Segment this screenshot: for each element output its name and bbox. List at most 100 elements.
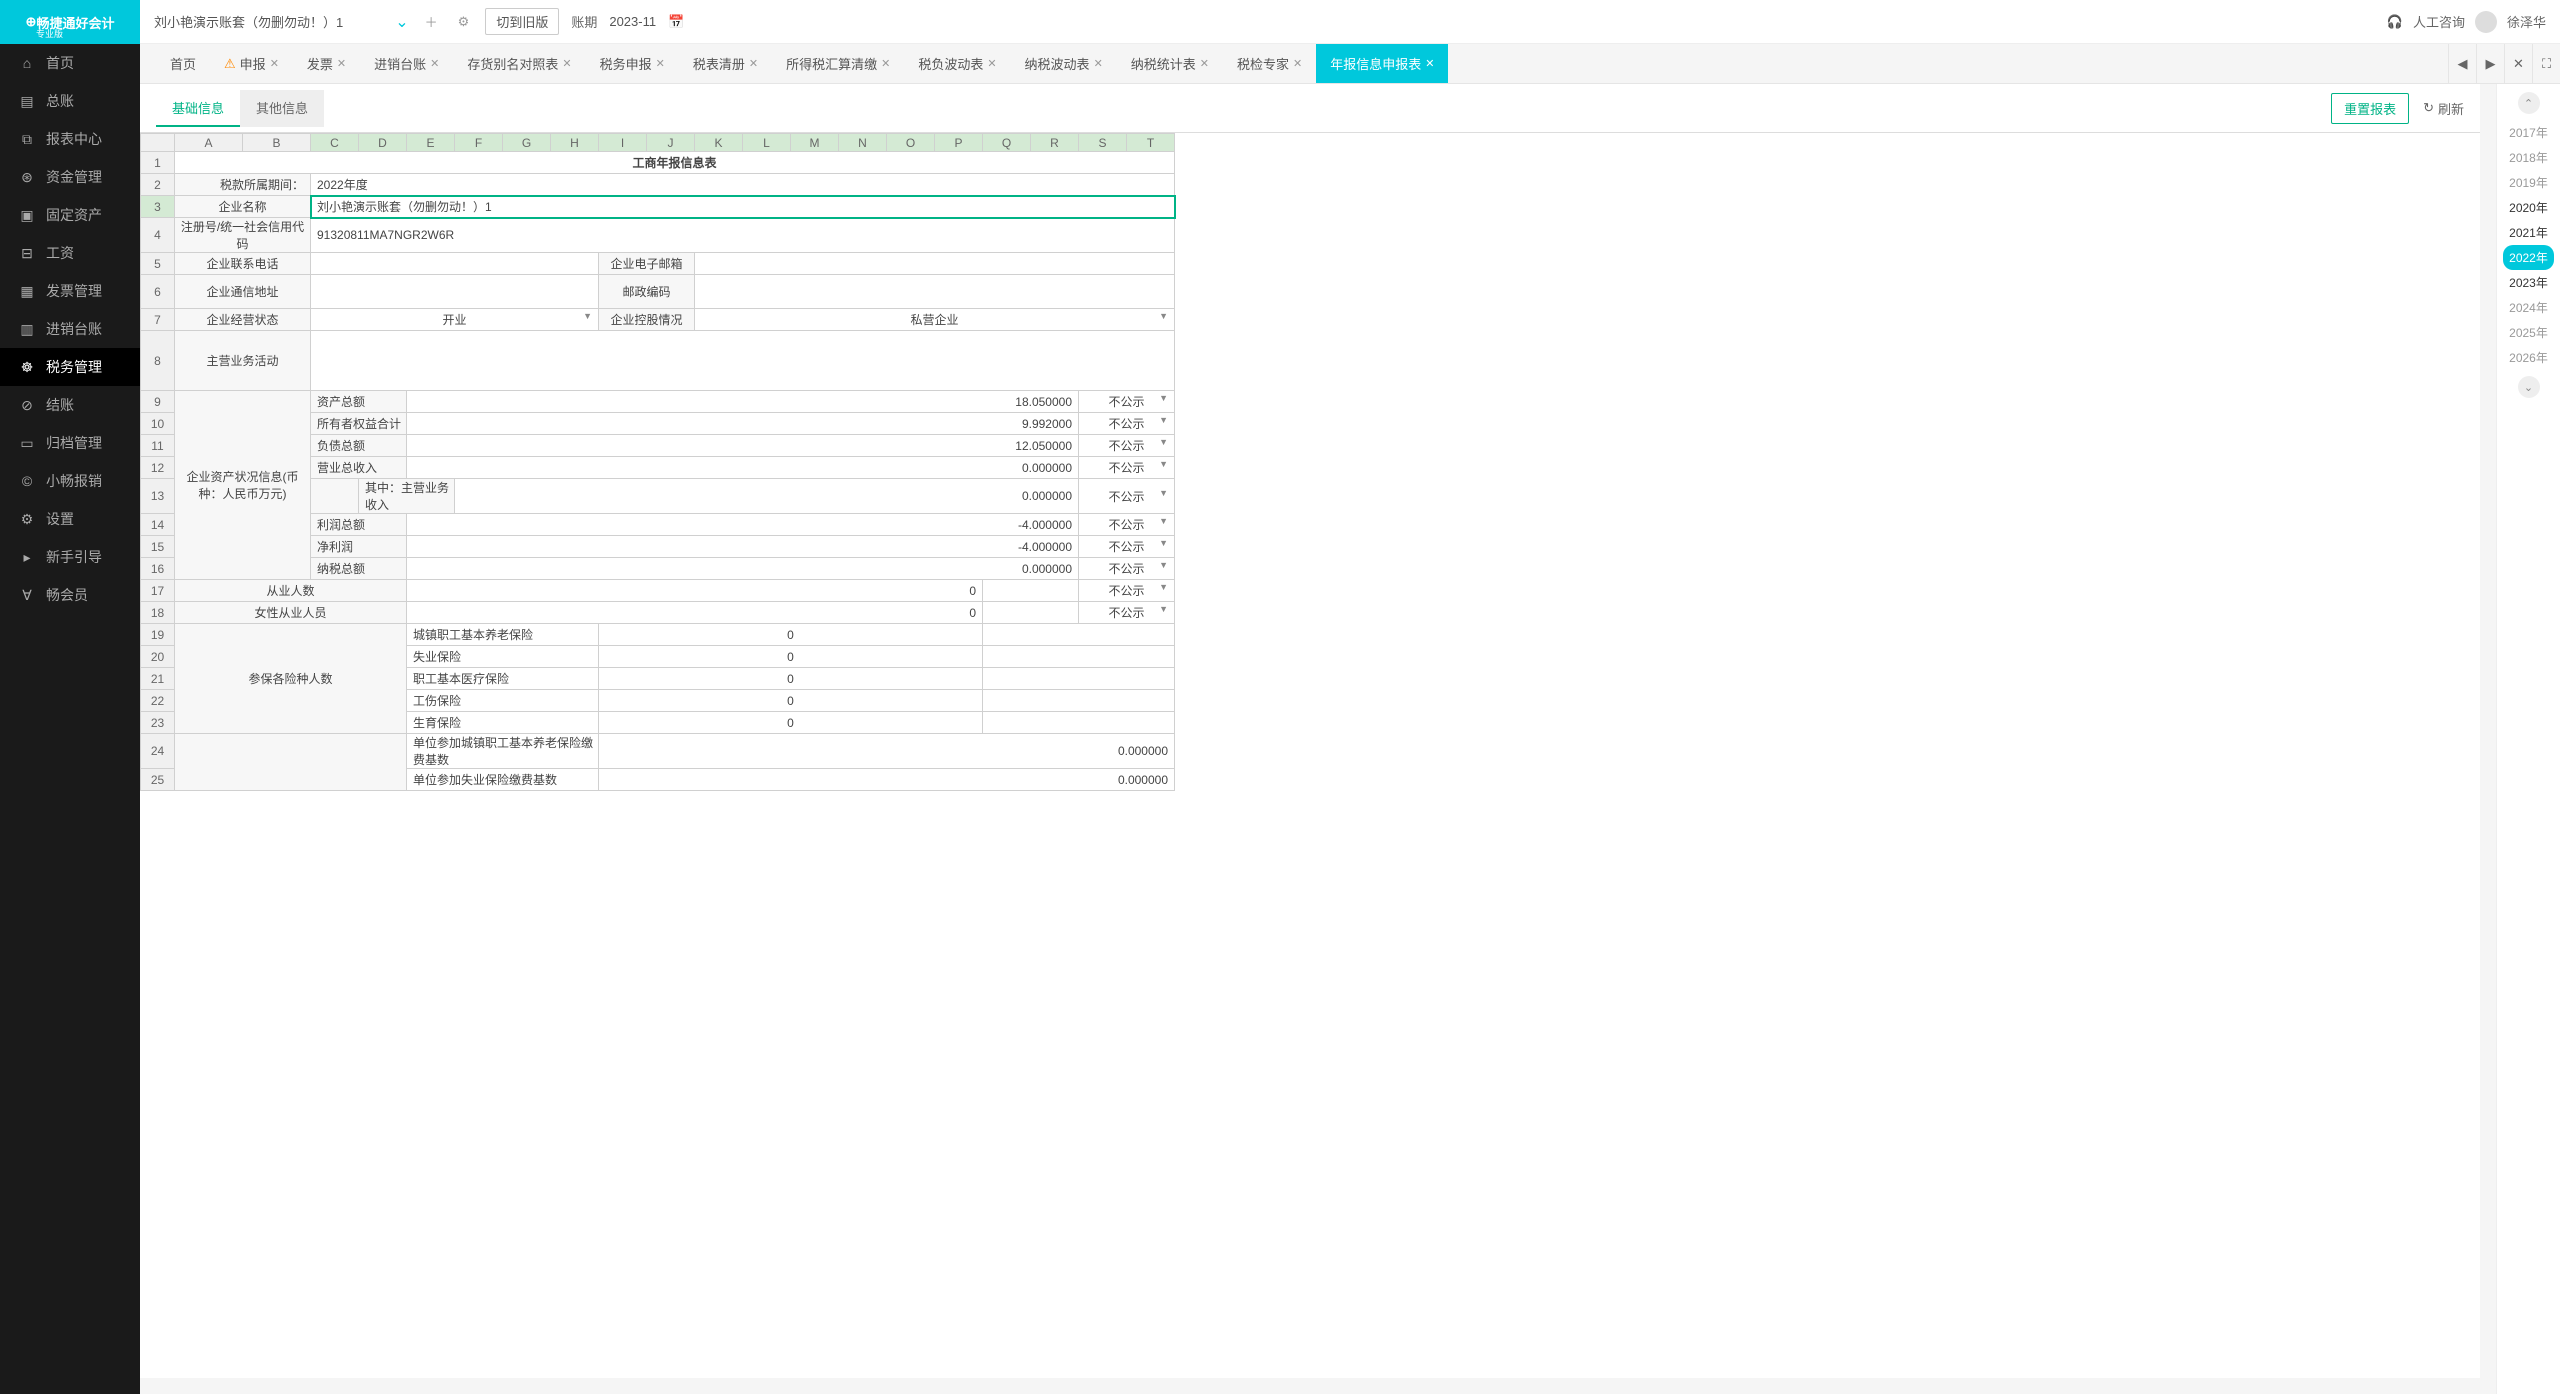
nav-fund[interactable]: ⊛资金管理 <box>0 158 140 196</box>
insurance-value[interactable]: 0 <box>599 690 983 712</box>
metric-value[interactable]: 9.992000 <box>407 413 1079 435</box>
close-icon[interactable]: ✕ <box>430 57 439 70</box>
publish-select[interactable]: 不公示 <box>1079 457 1175 479</box>
tab-next-icon[interactable]: ▶ <box>2476 44 2504 83</box>
reset-report-button[interactable]: 重置报表 <box>2331 93 2409 124</box>
row-header[interactable]: 2 <box>141 174 175 196</box>
insurance-label[interactable]: 工伤保险 <box>407 690 599 712</box>
employees-label[interactable]: 从业人数 <box>175 580 407 602</box>
year-item[interactable]: 2019年 <box>2503 170 2554 195</box>
nav-settings[interactable]: ⚙设置 <box>0 500 140 538</box>
metric-value[interactable]: 0.000000 <box>407 457 1079 479</box>
base-value[interactable]: 0.000000 <box>599 734 1175 769</box>
publish-select[interactable]: 不公示 <box>1079 536 1175 558</box>
metric-label[interactable]: 资产总额 <box>311 391 407 413</box>
row-header[interactable]: 3 <box>141 196 175 218</box>
col-header[interactable]: L <box>743 134 791 152</box>
col-header[interactable]: T <box>1127 134 1175 152</box>
close-icon[interactable]: ✕ <box>1094 57 1103 70</box>
col-header[interactable]: N <box>839 134 887 152</box>
col-header[interactable]: K <box>695 134 743 152</box>
period-label-cell[interactable]: 税款所属期间： <box>175 174 311 196</box>
period-value[interactable]: 2023-11 <box>609 14 656 29</box>
close-icon[interactable]: ✕ <box>1425 57 1434 70</box>
switch-old-button[interactable]: 切到旧版 <box>485 8 559 35</box>
col-header[interactable]: F <box>455 134 503 152</box>
publish-select[interactable]: 不公示 <box>1079 514 1175 536</box>
year-item[interactable]: 2026年 <box>2503 345 2554 370</box>
nav-asset[interactable]: ▣固定资产 <box>0 196 140 234</box>
nav-ledger[interactable]: ▤总账 <box>0 82 140 120</box>
metric-label[interactable]: 负债总额 <box>311 435 407 457</box>
period-value-cell[interactable]: 2022年度 <box>311 174 1175 196</box>
nav-member[interactable]: ∀畅会员 <box>0 576 140 614</box>
close-icon[interactable]: ✕ <box>562 57 571 70</box>
tab-item[interactable]: 年报信息申报表✕ <box>1316 44 1448 83</box>
holding-select[interactable]: 私营企业 <box>695 309 1175 331</box>
publish-select[interactable]: 不公示 <box>1079 413 1175 435</box>
close-icon[interactable]: ✕ <box>337 57 346 70</box>
year-down-icon[interactable]: ⌄ <box>2518 376 2540 398</box>
account-selector[interactable]: 刘小艳演示账套（勿删勿动！）1 <box>154 12 343 31</box>
phone-label[interactable]: 企业联系电话 <box>175 253 311 275</box>
metric-label[interactable]: 纳税总额 <box>311 558 407 580</box>
col-header[interactable]: E <box>407 134 455 152</box>
year-item[interactable]: 2017年 <box>2503 120 2554 145</box>
username[interactable]: 徐泽华 <box>2507 12 2546 31</box>
tab-other-info[interactable]: 其他信息 <box>240 90 324 127</box>
nav-archive[interactable]: ▭归档管理 <box>0 424 140 462</box>
consult-link[interactable]: 人工咨询 <box>2413 12 2465 31</box>
row-header[interactable]: 17 <box>141 580 175 602</box>
nav-salary[interactable]: ⊟工资 <box>0 234 140 272</box>
close-icon[interactable]: ✕ <box>1293 57 1302 70</box>
tab-close-all-icon[interactable]: ✕ <box>2504 44 2532 83</box>
close-icon[interactable]: ✕ <box>270 57 279 70</box>
year-item[interactable]: 2024年 <box>2503 295 2554 320</box>
metric-value[interactable]: 0.000000 <box>455 479 1079 514</box>
spreadsheet[interactable]: ABCDEFGHIJKLMNOPQRST1工商年报信息表2税款所属期间：2022… <box>140 132 2480 1378</box>
nav-home[interactable]: ⌂首页 <box>0 44 140 82</box>
metric-value[interactable]: 12.050000 <box>407 435 1079 457</box>
metric-value[interactable]: 18.050000 <box>407 391 1079 413</box>
tab-item[interactable]: 首页 <box>156 44 210 83</box>
year-item[interactable]: 2023年 <box>2503 270 2554 295</box>
col-header[interactable]: B <box>243 134 311 152</box>
reg-code-value[interactable]: 91320811MA7NGR2W6R <box>311 218 1175 253</box>
insurance-value[interactable]: 0 <box>599 712 983 734</box>
col-header[interactable]: M <box>791 134 839 152</box>
nav-purchase[interactable]: ▥进销台账 <box>0 310 140 348</box>
nav-smart[interactable]: ©小畅报销 <box>0 462 140 500</box>
row-header[interactable]: 18 <box>141 602 175 624</box>
tab-item[interactable]: ⚠申报✕ <box>210 44 293 83</box>
fullscreen-icon[interactable]: ⛶ <box>2532 44 2560 83</box>
close-icon[interactable]: ✕ <box>881 57 890 70</box>
gear-icon[interactable]: ⚙ <box>454 10 474 34</box>
avatar[interactable] <box>2475 11 2497 33</box>
refresh-button[interactable]: ↻ 刷新 <box>2423 99 2464 118</box>
year-item[interactable]: 2018年 <box>2503 145 2554 170</box>
female-label[interactable]: 女性从业人员 <box>175 602 407 624</box>
plus-icon[interactable]: ＋ <box>421 8 442 35</box>
metric-sublabel[interactable]: 其中：主营业务收入 <box>359 479 455 514</box>
base-value[interactable]: 0.000000 <box>599 769 1175 791</box>
year-item[interactable]: 2020年 <box>2503 195 2554 220</box>
year-item[interactable]: 2021年 <box>2503 220 2554 245</box>
tab-item[interactable]: 所得税汇算清缴✕ <box>772 44 904 83</box>
publish-select[interactable]: 不公示 <box>1079 580 1175 602</box>
insurance-label[interactable]: 生育保险 <box>407 712 599 734</box>
col-header[interactable]: D <box>359 134 407 152</box>
nav-close[interactable]: ⊘结账 <box>0 386 140 424</box>
insurance-value[interactable]: 0 <box>599 668 983 690</box>
metric-value[interactable]: -4.000000 <box>407 514 1079 536</box>
tab-basic-info[interactable]: 基础信息 <box>156 90 240 127</box>
row-header[interactable]: 1 <box>141 152 175 174</box>
publish-select[interactable]: 不公示 <box>1079 602 1175 624</box>
sheet-title[interactable]: 工商年报信息表 <box>175 152 1175 174</box>
base-label[interactable]: 单位参加失业保险缴费基数 <box>407 769 599 791</box>
tab-item[interactable]: 税负波动表✕ <box>904 44 1010 83</box>
col-header[interactable]: I <box>599 134 647 152</box>
reg-code-label[interactable]: 注册号/统一社会信用代码 <box>175 218 311 253</box>
tab-item[interactable]: 进销台账✕ <box>360 44 453 83</box>
year-item[interactable]: 2022年 <box>2503 245 2554 270</box>
row-header[interactable]: 4 <box>141 218 175 253</box>
